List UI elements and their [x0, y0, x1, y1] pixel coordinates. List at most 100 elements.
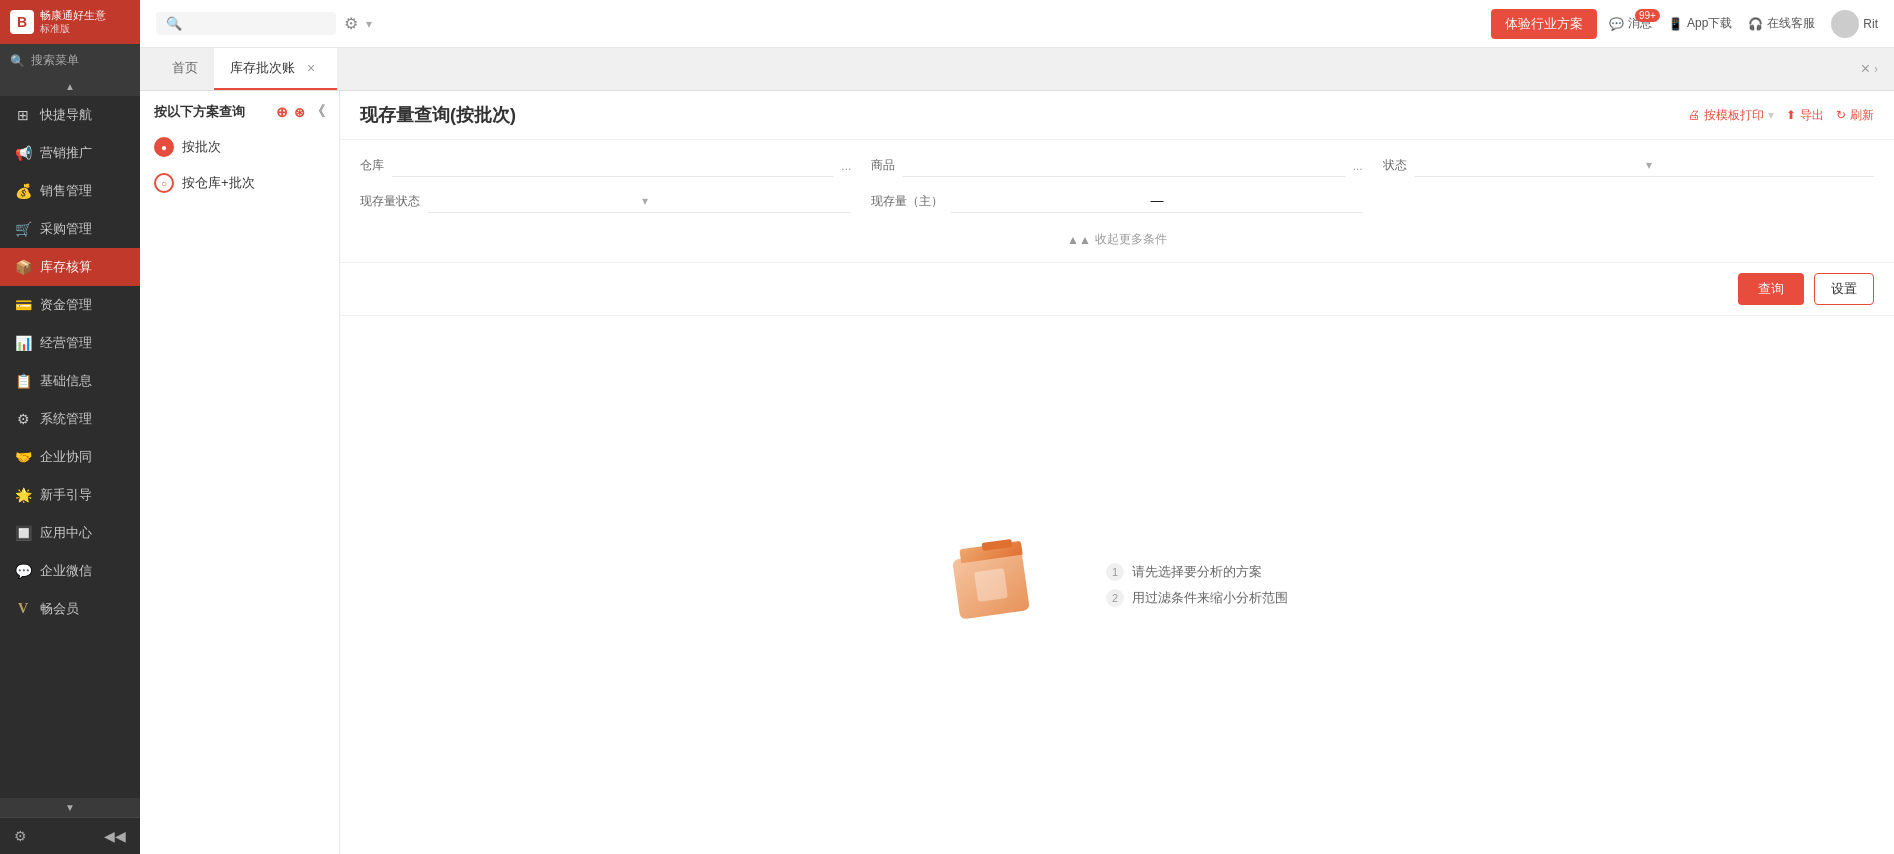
- enterprise-collab-icon: 🤝: [14, 449, 32, 465]
- sidebar-item-quick-nav[interactable]: ⊞ 快捷导航: [0, 96, 140, 134]
- messages-btn[interactable]: 💬 消息 99+: [1609, 15, 1652, 32]
- stock-status-label: 现存量状态: [360, 193, 420, 210]
- settings-btn[interactable]: 设置: [1814, 273, 1874, 305]
- status-dropdown[interactable]: ▾: [1415, 154, 1874, 177]
- new-guide-icon: 🌟: [14, 487, 32, 503]
- sidebar-item-member[interactable]: V 畅会员: [0, 590, 140, 628]
- sidebar-item-inventory[interactable]: 📦 库存核算: [0, 248, 140, 286]
- collapse-sidebar-icon[interactable]: ◀◀: [104, 828, 126, 844]
- user-btn[interactable]: Rit: [1831, 10, 1878, 38]
- quick-nav-icon: ⊞: [14, 107, 32, 123]
- user-name: Rit: [1863, 17, 1878, 31]
- filter-scheme-header: 按以下方案查询 ⊕ ⊛ 《: [140, 103, 339, 129]
- sidebar-item-label: 销售管理: [40, 182, 92, 200]
- basic-info-icon: 📋: [14, 373, 32, 389]
- sidebar-item-label: 资金管理: [40, 296, 92, 314]
- goods-input[interactable]: [903, 154, 1344, 177]
- settings-icon[interactable]: ⚙: [14, 828, 27, 844]
- stock-qty-label: 现存量（主）: [871, 193, 943, 210]
- sidebar-item-enterprise-wechat[interactable]: 💬 企业微信: [0, 552, 140, 590]
- search-input[interactable]: [188, 17, 308, 31]
- page-scroll-right[interactable]: ›: [1874, 62, 1878, 76]
- sidebar-item-app-center[interactable]: 🔲 应用中心: [0, 514, 140, 552]
- empty-hint-2: 2 用过滤条件来缩小分析范围: [1106, 589, 1288, 607]
- stock-status-arrow: ▾: [642, 194, 846, 208]
- scroll-down-btn[interactable]: ▼: [0, 798, 140, 817]
- topbar-left: 🔍 ⚙ ▾: [156, 12, 1479, 35]
- add-scheme-icon[interactable]: ⊕: [276, 104, 288, 120]
- collapse-btn-label: 收起更多条件: [1095, 231, 1167, 248]
- left-filter-panel: 按以下方案查询 ⊕ ⊛ 《 ● 按批次 ○ 按仓库+批次: [140, 91, 340, 854]
- stock-status-dropdown[interactable]: ▾: [428, 190, 851, 213]
- scheme-by-warehouse-batch[interactable]: ○ 按仓库+批次: [140, 165, 339, 201]
- sidebar-header: B 畅康通好生意 标准版: [0, 0, 140, 44]
- topbar: 🔍 ⚙ ▾ 体验行业方案 💬 消息 99+ 📱 App下载 🎧 在线客服: [140, 0, 1894, 48]
- sidebar-item-label: 库存核算: [40, 258, 92, 276]
- sidebar-item-basic-info[interactable]: 📋 基础信息: [0, 362, 140, 400]
- topbar-gear-icon[interactable]: ⚙: [344, 14, 358, 33]
- status-filter-group: 状态 ▾: [1383, 154, 1874, 177]
- topbar-dropdown-icon[interactable]: ▾: [366, 17, 372, 31]
- scheme-by-batch-label: 按批次: [182, 138, 221, 156]
- stock-qty-to[interactable]: [1170, 194, 1357, 208]
- filter-area: 仓库 ... 商品 ... 状态 ▾: [340, 140, 1894, 263]
- online-service-btn[interactable]: 🎧 在线客服: [1748, 15, 1815, 32]
- hint-text-2: 用过滤条件来缩小分析范围: [1132, 589, 1288, 607]
- sidebar-item-marketing[interactable]: 📢 营销推广: [0, 134, 140, 172]
- query-btn[interactable]: 查询: [1738, 273, 1804, 305]
- sidebar-item-new-guide[interactable]: 🌟 新手引导: [0, 476, 140, 514]
- search-icon: 🔍: [166, 16, 182, 31]
- sidebar-item-system[interactable]: ⚙ 系统管理: [0, 400, 140, 438]
- sidebar-search-label: 搜索菜单: [31, 52, 79, 69]
- inventory-icon: 📦: [14, 259, 32, 275]
- goods-more-btn[interactable]: ...: [1353, 159, 1363, 173]
- sidebar-item-label: 系统管理: [40, 410, 92, 428]
- sidebar-search[interactable]: 🔍 搜索菜单: [0, 44, 140, 77]
- search-icon: 🔍: [10, 54, 25, 68]
- finance-icon: 💳: [14, 297, 32, 313]
- hint-text-1: 请先选择要分析的方案: [1132, 563, 1262, 581]
- tab-home[interactable]: 首页: [156, 49, 214, 89]
- warehouse-input[interactable]: [392, 154, 833, 177]
- refresh-btn[interactable]: ↻ 刷新: [1836, 107, 1874, 124]
- sidebar-item-enterprise-collab[interactable]: 🤝 企业协同: [0, 438, 140, 476]
- page-actions: 🖨 按模板打印 ▾ ⬆ 导出 ↻ 刷新: [1688, 107, 1874, 124]
- operations-icon: 📊: [14, 335, 32, 351]
- settings-scheme-icon[interactable]: ⊛: [294, 105, 305, 120]
- purchase-icon: 🛒: [14, 221, 32, 237]
- sidebar-item-label: 新手引导: [40, 486, 92, 504]
- sidebar-item-sales[interactable]: 💰 销售管理: [0, 172, 140, 210]
- scheme-by-warehouse-batch-label: 按仓库+批次: [182, 174, 255, 192]
- export-label: 导出: [1800, 107, 1824, 124]
- empty-state: 1 请先选择要分析的方案 2 用过滤条件来缩小分析范围: [340, 316, 1894, 854]
- tab-inventory-batch[interactable]: 库存批次账 ×: [214, 48, 337, 90]
- tabbar: 首页 库存批次账 × × ›: [140, 48, 1894, 91]
- app-download-btn[interactable]: 📱 App下载: [1668, 15, 1732, 32]
- warehouse-more-btn[interactable]: ...: [841, 159, 851, 173]
- sidebar-nav: ⊞ 快捷导航 📢 营销推广 💰 销售管理 🛒 采购管理 📦 库存核算 💳 资金管…: [0, 96, 140, 798]
- empty-illustration: [946, 525, 1066, 645]
- stock-qty-from[interactable]: [957, 194, 1144, 208]
- collapse-panel-icon[interactable]: 《: [311, 103, 325, 121]
- sidebar-item-purchase[interactable]: 🛒 采购管理: [0, 210, 140, 248]
- scroll-up-btn[interactable]: ▲: [0, 77, 140, 96]
- sidebar-item-operations[interactable]: 📊 经营管理: [0, 324, 140, 362]
- marketing-icon: 📢: [14, 145, 32, 161]
- app-download-icon: 📱: [1668, 17, 1683, 31]
- refresh-label: 刷新: [1850, 107, 1874, 124]
- collapse-more-btn[interactable]: ▲▲ 收起更多条件: [360, 225, 1874, 248]
- print-label: 按模板打印: [1704, 107, 1764, 124]
- export-btn[interactable]: ⬆ 导出: [1786, 107, 1824, 124]
- page-close-btn[interactable]: ×: [1857, 60, 1874, 78]
- export-icon: ⬆: [1786, 108, 1796, 122]
- try-industry-btn[interactable]: 体验行业方案: [1491, 9, 1597, 39]
- tab-inventory-batch-label: 库存批次账: [230, 59, 295, 77]
- print-icon: 🖨: [1688, 108, 1700, 122]
- scheme-icon-active: ●: [154, 137, 174, 157]
- message-icon: 💬: [1609, 17, 1624, 31]
- tab-close-btn[interactable]: ×: [301, 58, 321, 78]
- stock-qty-dash: —: [1151, 193, 1164, 208]
- print-btn[interactable]: 🖨 按模板打印 ▾: [1688, 107, 1774, 124]
- scheme-by-batch[interactable]: ● 按批次: [140, 129, 339, 165]
- sidebar-item-finance[interactable]: 💳 资金管理: [0, 286, 140, 324]
